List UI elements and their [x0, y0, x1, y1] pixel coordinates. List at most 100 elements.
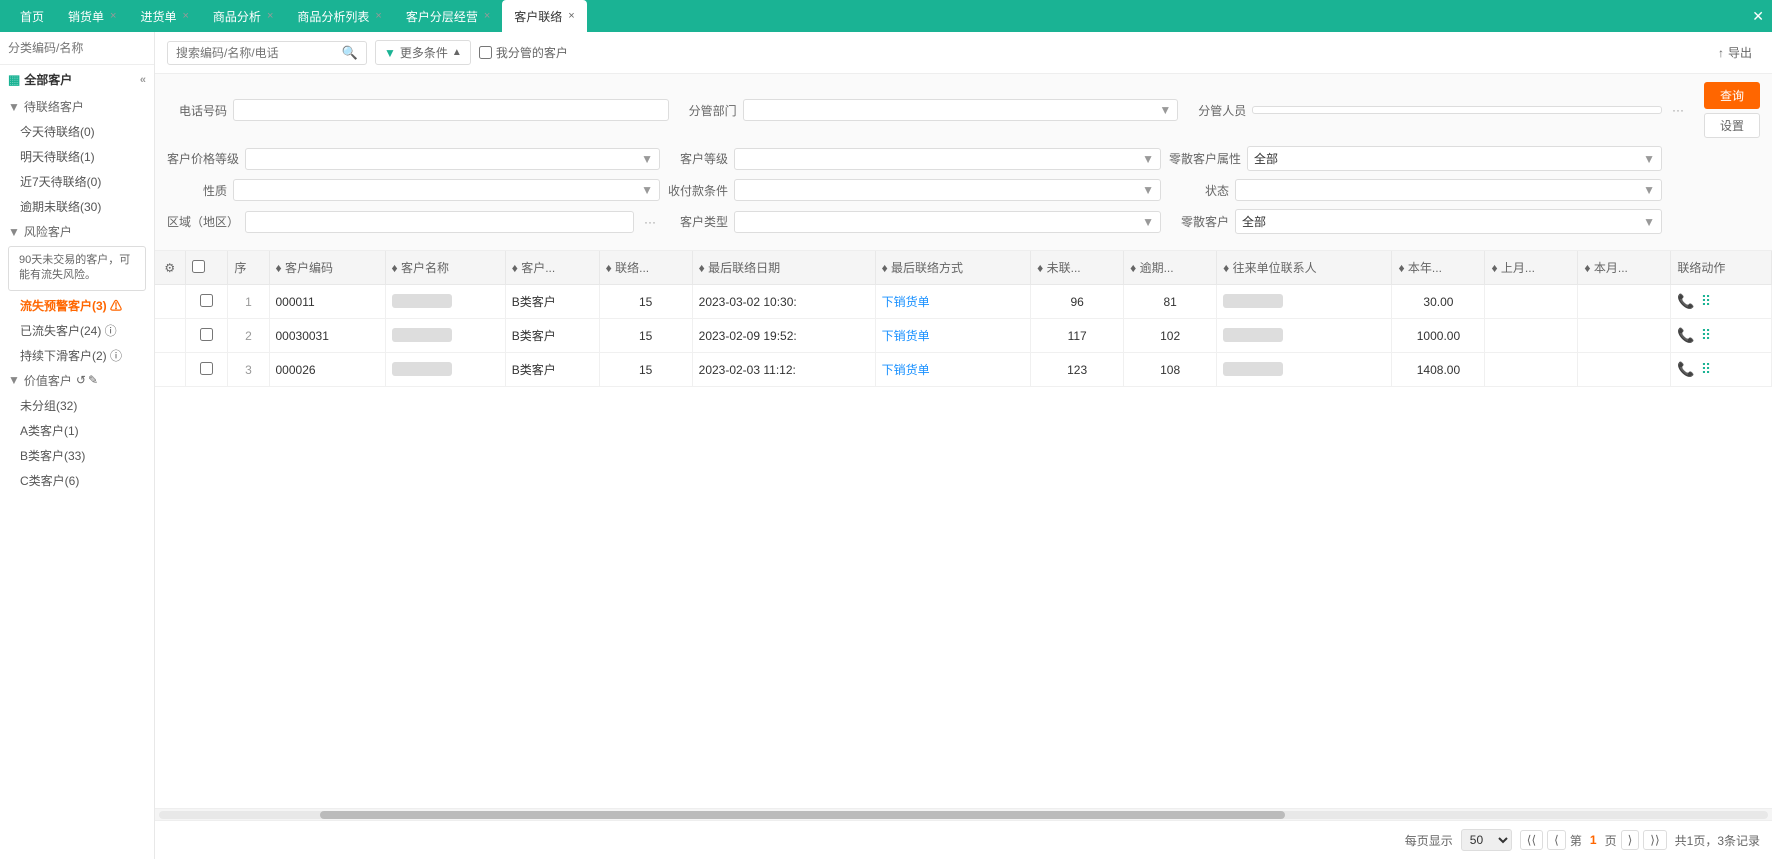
first-page-btn[interactable]: ⟨⟨: [1520, 830, 1543, 850]
export-btn[interactable]: ↑ 导出: [1710, 41, 1760, 64]
filter-select-customer-type[interactable]: ▼: [734, 211, 1161, 233]
last-method-link[interactable]: 下销货单: [882, 295, 930, 309]
th-unit-contact[interactable]: ♦ 往来单位联系人: [1217, 251, 1392, 285]
th-last-method[interactable]: ♦ 最后联络方式: [875, 251, 1031, 285]
filter-select-status[interactable]: ▼: [1235, 179, 1662, 201]
last-method-link[interactable]: 下销货单: [882, 329, 930, 343]
tab-analysis[interactable]: 商品分析 ×: [201, 0, 285, 32]
th-this-month[interactable]: ♦ 本月...: [1578, 251, 1671, 285]
more-filter-btn[interactable]: ▼ 更多条件 ▲: [375, 40, 471, 65]
th-type[interactable]: ♦ 客户...: [505, 251, 599, 285]
tab-sales-close[interactable]: ×: [110, 10, 116, 22]
tab-purchase-close[interactable]: ×: [182, 10, 188, 22]
search-submit-icon[interactable]: 🔍: [342, 45, 358, 61]
cell-checkbox[interactable]: [185, 285, 228, 319]
my-customers-checkbox-label[interactable]: 我分管的客户: [479, 44, 568, 61]
sidebar-search-input[interactable]: [8, 41, 155, 55]
tab-home[interactable]: 首页: [8, 0, 56, 32]
query-button[interactable]: 查询: [1704, 82, 1760, 109]
row-checkbox[interactable]: [200, 294, 213, 307]
sidebar-section-value[interactable]: ▼ 价值客户 ↺ ✎: [0, 368, 154, 393]
filter-select-nature[interactable]: ▼: [233, 179, 660, 201]
tab-customer-tier[interactable]: 客户分层经营 ×: [394, 0, 502, 32]
th-overdue[interactable]: ♦ 逾期...: [1124, 251, 1217, 285]
prev-page-btn[interactable]: ⟨: [1547, 830, 1566, 850]
scrollbar-thumb[interactable]: [320, 811, 1285, 819]
sidebar-item-churned[interactable]: 已流失客户(24) ⓘ: [0, 318, 154, 343]
filter-select-retail[interactable]: 全部 ▼: [1235, 209, 1662, 234]
per-page-label: 每页显示: [1405, 832, 1453, 849]
settings-button[interactable]: 设置: [1704, 113, 1760, 138]
cell-last-method[interactable]: 下销货单: [875, 319, 1031, 353]
filter-select-payment[interactable]: ▼: [734, 179, 1161, 201]
filter-retail-arrow: ▼: [1643, 215, 1655, 229]
filter-input-phone[interactable]: [233, 99, 669, 121]
per-page-select[interactable]: 50 20 100: [1461, 829, 1512, 851]
filter-region-dots[interactable]: ···: [640, 213, 660, 231]
last-method-link[interactable]: 下销货单: [882, 363, 930, 377]
window-close-btn[interactable]: ✕: [1752, 8, 1764, 25]
th-name[interactable]: ♦ 客户名称: [385, 251, 505, 285]
row-checkbox[interactable]: [200, 328, 213, 341]
filter-dept-arrow: ▼: [1159, 103, 1171, 117]
sidebar-item-c-class[interactable]: C类客户(6): [0, 468, 154, 493]
filter-manager-dots[interactable]: ···: [1668, 101, 1688, 119]
action-phone-icon[interactable]: 📞: [1677, 361, 1694, 378]
tab-analysis-close[interactable]: ×: [267, 10, 273, 22]
action-more-icon[interactable]: ⠿: [1701, 293, 1711, 310]
tab-sales[interactable]: 销货单 ×: [56, 0, 128, 32]
cell-last-method[interactable]: 下销货单: [875, 353, 1031, 387]
filter-select-retail-attr[interactable]: 全部 ▼: [1247, 146, 1662, 171]
th-gear[interactable]: ⚙: [155, 251, 185, 285]
action-phone-icon[interactable]: 📞: [1677, 293, 1694, 310]
scrollbar-track[interactable]: [159, 811, 1768, 819]
tab-customer-contact-close[interactable]: ×: [568, 10, 574, 22]
th-checkbox[interactable]: [185, 251, 228, 285]
sidebar-item-a-class[interactable]: A类客户(1): [0, 418, 154, 443]
cell-checkbox[interactable]: [185, 353, 228, 387]
header-checkbox[interactable]: [192, 260, 205, 273]
row-checkbox[interactable]: [200, 362, 213, 375]
th-code[interactable]: ♦ 客户编码: [269, 251, 385, 285]
action-more-icon[interactable]: ⠿: [1701, 327, 1711, 344]
sidebar-item-b-class[interactable]: B类客户(33): [0, 443, 154, 468]
cell-checkbox[interactable]: [185, 319, 228, 353]
search-input[interactable]: [176, 46, 342, 60]
action-phone-icon[interactable]: 📞: [1677, 327, 1694, 344]
th-contact[interactable]: ♦ 联络...: [599, 251, 692, 285]
filter-select-price-tier[interactable]: ▼: [245, 148, 660, 170]
tab-analysis-list[interactable]: 商品分析列表 ×: [285, 0, 393, 32]
sidebar-item-today[interactable]: 今天待联络(0): [0, 119, 154, 144]
sidebar-item-ungroup[interactable]: 未分组(32): [0, 393, 154, 418]
sidebar-section-pending[interactable]: ▼ 待联络客户: [0, 94, 154, 119]
sidebar-item-tomorrow[interactable]: 明天待联络(1): [0, 144, 154, 169]
my-customers-checkbox[interactable]: [479, 46, 492, 59]
sidebar-item-churn-warning[interactable]: 流失预警客户(3) ⚠: [0, 293, 154, 318]
sidebar-item-overdue[interactable]: 逾期未联络(30): [0, 194, 154, 219]
tab-customer-contact[interactable]: 客户联络 ×: [502, 0, 586, 32]
sidebar-item-declining[interactable]: 持续下滑客户(2) ⓘ: [0, 343, 154, 368]
collapse-icon[interactable]: «: [140, 74, 146, 86]
th-last-date[interactable]: ♦ 最后联络日期: [692, 251, 875, 285]
tab-analysis-list-close[interactable]: ×: [375, 10, 381, 22]
tab-customer-tier-close[interactable]: ×: [484, 10, 490, 22]
last-page-btn[interactable]: ⟩⟩: [1643, 830, 1666, 850]
all-customers-btn[interactable]: ▦ 全部客户 «: [0, 65, 154, 94]
filter-select-customer-tier[interactable]: ▼: [734, 148, 1161, 170]
sidebar-item-7days[interactable]: 近7天待联络(0): [0, 169, 154, 194]
filter-input-region[interactable]: [245, 211, 634, 233]
th-not-contacted[interactable]: ♦ 未联...: [1031, 251, 1124, 285]
th-last-month[interactable]: ♦ 上月...: [1485, 251, 1578, 285]
horizontal-scrollbar[interactable]: [155, 808, 1772, 820]
filter-select-dept[interactable]: ▼: [743, 99, 1179, 121]
tab-purchase[interactable]: 进货单 ×: [128, 0, 200, 32]
next-page-btn[interactable]: ⟩: [1621, 830, 1640, 850]
tab-analysis-list-label: 商品分析列表: [297, 8, 369, 25]
value-edit-icon[interactable]: ✎: [88, 373, 98, 387]
sidebar-section-churn[interactable]: ▼ 风险客户: [0, 219, 154, 244]
action-more-icon[interactable]: ⠿: [1701, 361, 1711, 378]
th-this-year[interactable]: ♦ 本年...: [1392, 251, 1485, 285]
cell-last-method[interactable]: 下销货单: [875, 285, 1031, 319]
value-refresh-icon[interactable]: ↺: [76, 373, 86, 387]
filter-select-manager[interactable]: [1252, 106, 1662, 114]
